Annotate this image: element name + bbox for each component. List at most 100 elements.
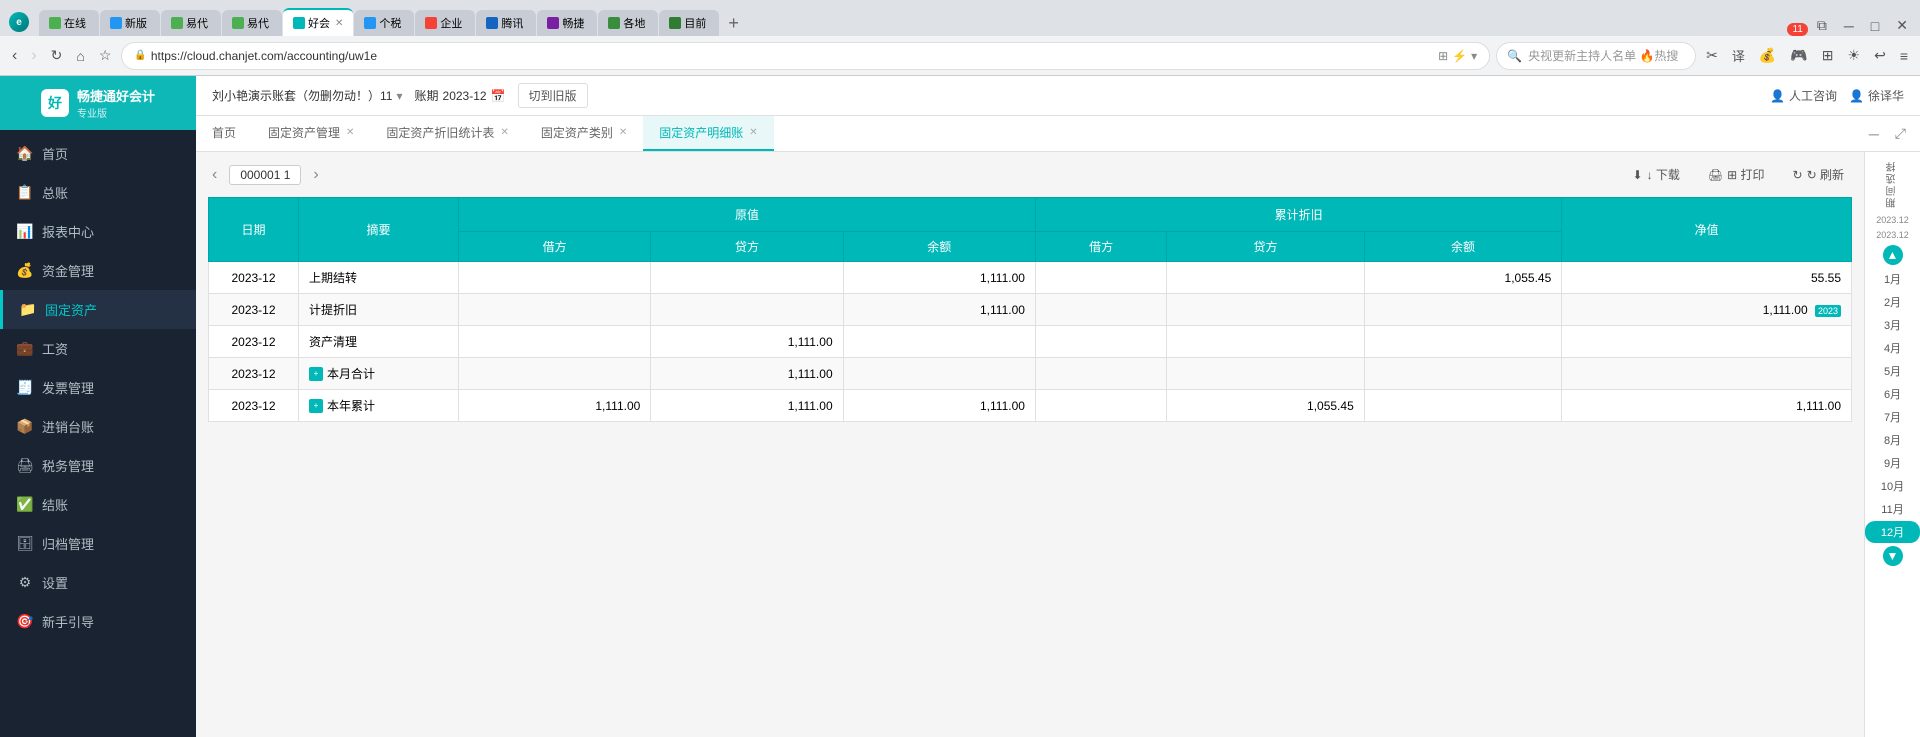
user-name: 徐译华: [1868, 87, 1904, 104]
download-btn[interactable]: ⬇ ↓ 下载: [1625, 162, 1688, 187]
sidebar-item-purchase[interactable]: 📦 进销台账: [0, 407, 196, 446]
tab-depreciation-stats[interactable]: 固定资产折旧统计表 ✕: [370, 116, 524, 151]
cell-orig-balance-2: [843, 326, 1035, 358]
toolbar-wallet-icon[interactable]: 💰: [1755, 47, 1780, 64]
nav-forward-btn[interactable]: ›: [27, 43, 40, 69]
tab-panel-minimize-icon[interactable]: ─: [1863, 124, 1885, 144]
tab-asset-detail-ledger[interactable]: 固定资产明细账 ✕: [643, 116, 773, 151]
calendar-icon[interactable]: 📅: [491, 89, 506, 103]
tab-qiye[interactable]: 企业: [415, 10, 475, 36]
sidebar-label-guide: 新手引导: [42, 612, 94, 631]
tab-changjie[interactable]: 畅捷: [537, 10, 597, 36]
sidebar-item-tax[interactable]: 🖨 税务管理: [0, 446, 196, 485]
sidebar-label-ledger: 总账: [42, 183, 68, 202]
toolbar-undo-icon[interactable]: ↩: [1870, 47, 1890, 64]
window-maximize-icon[interactable]: □: [1863, 16, 1887, 36]
period-label: 账期: [415, 87, 439, 104]
lightning-icon[interactable]: ⚡: [1452, 49, 1467, 63]
month-11[interactable]: 11月: [1865, 498, 1920, 520]
month-4[interactable]: 4月: [1865, 337, 1920, 359]
sidebar-label-settings: 设置: [42, 573, 68, 592]
tab-add-btn[interactable]: +: [720, 10, 747, 36]
tab-asset-detail-ledger-close[interactable]: ✕: [749, 127, 757, 138]
user-btn[interactable]: 👤 徐译华: [1849, 87, 1904, 104]
sidebar-item-funds[interactable]: 💰 资金管理: [0, 251, 196, 290]
switch-version-btn[interactable]: 切到旧版: [518, 83, 588, 108]
toolbar-brightness-icon[interactable]: ☀: [1844, 47, 1865, 64]
sidebar-item-home[interactable]: 🏠 首页: [0, 134, 196, 173]
account-select[interactable]: 刘小艳演示账套（勿删勿动！）11 ▾: [212, 87, 403, 104]
address-input[interactable]: 🔒 https://cloud.chanjet.com/accounting/u…: [121, 42, 1490, 70]
tab-muqian[interactable]: 目前: [659, 10, 719, 36]
cell-orig-credit-2: 1,111.00: [651, 326, 843, 358]
dropdown-icon[interactable]: ▾: [1471, 49, 1477, 63]
window-minimize-icon[interactable]: ─: [1836, 16, 1862, 36]
toolbar-grid-icon[interactable]: ⊞: [1818, 47, 1838, 64]
tab-haohui-close[interactable]: ✕: [335, 18, 343, 29]
nav-refresh-btn[interactable]: ↻: [47, 43, 67, 68]
month-7[interactable]: 7月: [1865, 406, 1920, 428]
toolbar-cut-icon[interactable]: ✂: [1702, 47, 1722, 64]
th-orig-debit: 借方: [459, 232, 651, 262]
window-restore-icon[interactable]: ⧉: [1809, 15, 1835, 36]
tab-homepage[interactable]: 首页: [196, 116, 252, 151]
help-btn[interactable]: 👤 人工咨询: [1770, 87, 1837, 104]
toolbar-game-icon[interactable]: 🎮: [1786, 47, 1811, 64]
sidebar-item-settings[interactable]: ⚙ 设置: [0, 563, 196, 602]
month-5[interactable]: 5月: [1865, 360, 1920, 382]
qr-icon[interactable]: ⊞: [1438, 49, 1448, 63]
sidebar-item-invoice[interactable]: 🧾 发票管理: [0, 368, 196, 407]
month-10[interactable]: 10月: [1865, 475, 1920, 497]
print-btn[interactable]: 🖨 ⊞ 打印: [1700, 162, 1773, 187]
sidebar-item-payroll[interactable]: 💼 工资: [0, 329, 196, 368]
tab-yidai2[interactable]: 易代: [222, 10, 282, 36]
toolbar-translate-icon[interactable]: 译: [1728, 46, 1749, 65]
cell-net-1: 1,111.00 2023: [1562, 294, 1852, 326]
sidebar-item-ledger[interactable]: 📋 总账: [0, 173, 196, 212]
scroll-down-btn[interactable]: ▼: [1883, 546, 1903, 566]
month-9[interactable]: 9月: [1865, 452, 1920, 474]
scroll-up-btn[interactable]: ▲: [1883, 245, 1903, 265]
nav-prev-btn[interactable]: ‹: [208, 164, 221, 186]
sidebar-item-guide[interactable]: 🎯 新手引导: [0, 602, 196, 641]
tab-tengxun[interactable]: 腾讯: [476, 10, 536, 36]
content-main: ‹ 000001 1 › ⬇ ↓ 下载 🖨 ⊞ 打印: [196, 152, 1864, 737]
period-date-to: 2023.12: [1874, 228, 1911, 242]
month-12[interactable]: 12月: [1865, 521, 1920, 543]
refresh-btn[interactable]: ↻ ↻ 刷新: [1785, 162, 1852, 187]
cell-orig-credit-3: 1,111.00: [651, 358, 843, 390]
tab-geshui[interactable]: 个税: [354, 10, 414, 36]
sidebar-item-archive[interactable]: 🗄 归档管理: [0, 524, 196, 563]
nav-bookmark-btn[interactable]: ☆: [95, 43, 116, 68]
sidebar-label-invoice: 发票管理: [42, 378, 94, 397]
tab-fixed-asset-mgmt-close[interactable]: ✕: [346, 127, 354, 138]
th-date: 日期: [209, 198, 299, 262]
tab-asset-category-close[interactable]: ✕: [619, 127, 627, 138]
nav-next-btn[interactable]: ›: [309, 164, 322, 186]
tab-xinban[interactable]: 新版: [100, 10, 160, 36]
tab-online[interactable]: 在线: [39, 10, 99, 36]
tab-panel-expand-icon[interactable]: ⤢: [1889, 123, 1912, 144]
month-6[interactable]: 6月: [1865, 383, 1920, 405]
window-close-icon[interactable]: ✕: [1888, 15, 1916, 36]
sidebar-item-fixed-assets[interactable]: 📁 固定资产: [0, 290, 196, 329]
tab-asset-category[interactable]: 固定资产类别 ✕: [525, 116, 643, 151]
month-8[interactable]: 8月: [1865, 429, 1920, 451]
cell-date-1: 2023-12: [209, 294, 299, 326]
tab-yidai1[interactable]: 易代: [161, 10, 221, 36]
month-3[interactable]: 3月: [1865, 314, 1920, 336]
month-1[interactable]: 1月: [1865, 268, 1920, 290]
sidebar-item-reports[interactable]: 📊 报表中心: [0, 212, 196, 251]
month-2[interactable]: 2月: [1865, 291, 1920, 313]
close-period-icon: ✅: [16, 496, 34, 513]
tab-haohui[interactable]: 好会 ✕: [283, 8, 353, 36]
nav-back-btn[interactable]: ‹: [8, 43, 21, 69]
sidebar-item-close-period[interactable]: ✅ 结账: [0, 485, 196, 524]
app-header: 刘小艳演示账套（勿删勿动！）11 ▾ 账期 2023-12 📅 切到旧版 👤 人…: [196, 76, 1920, 116]
tab-depreciation-stats-close[interactable]: ✕: [500, 127, 508, 138]
nav-home-btn[interactable]: ⌂: [72, 44, 88, 68]
period-panel-title: 期间选择: [1883, 156, 1902, 212]
toolbar-menu-icon[interactable]: ≡: [1896, 48, 1912, 64]
tab-gedi[interactable]: 各地: [598, 10, 658, 36]
tab-fixed-asset-mgmt[interactable]: 固定资产管理 ✕: [252, 116, 370, 151]
